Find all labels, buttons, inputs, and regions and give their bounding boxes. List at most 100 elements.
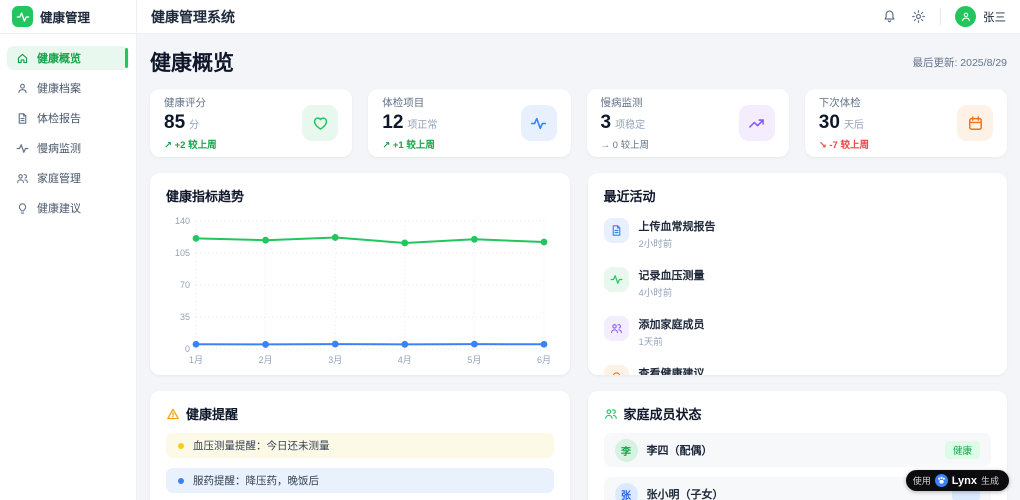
topbar: 健康管理系统 张三 [137, 0, 1020, 34]
svg-text:3月: 3月 [328, 355, 342, 365]
pulse-icon [16, 142, 29, 155]
gear-icon[interactable] [911, 9, 926, 24]
pulse-icon [603, 267, 629, 292]
sidebar-item-label: 家庭管理 [37, 173, 81, 185]
svg-text:70: 70 [180, 280, 190, 290]
stat-card-next-checkup[interactable]: 下次体检 30 天后 ↘ -7 较上周 [804, 89, 1007, 157]
activity-item[interactable]: 上传血常规报告 2小时前 [603, 218, 992, 250]
calendar-icon [957, 105, 993, 141]
sidebar-item-chronic[interactable]: 慢病监测 [7, 136, 129, 160]
trend-down-arrow: ↘ [818, 140, 827, 151]
stat-value: 12 [382, 112, 404, 133]
sidebar-item-label: 健康概览 [37, 53, 81, 65]
sidebar-menu: 健康概览 健康档案 体检报告 慢病监测 家庭管理 健康建议 [0, 34, 136, 232]
sidebar: 健康管理 健康概览 健康档案 体检报告 慢病监测 家庭管理 健康建议 [0, 0, 137, 500]
stat-unit: 项正常 [407, 120, 438, 131]
svg-text:5月: 5月 [467, 355, 481, 365]
stat-card-health-score[interactable]: 健康评分 85 分 ↗ +2 较上周 [150, 89, 353, 157]
stat-cards: 健康评分 85分 ↗ +2 较上周 体检项目 12项正常 ↗ +1 较上周 [150, 89, 1007, 157]
stat-trend: ↗ +1 较上周 [382, 140, 435, 151]
home-icon [16, 52, 29, 65]
stat-label: 体检项目 [382, 97, 425, 109]
stat-unit: 项稳定 [615, 120, 646, 131]
activity-list: 上传血常规报告 2小时前 记录血压测量 4小时前 添加家庭成员 1天前 查看健康… [603, 218, 992, 375]
sidebar-item-overview[interactable]: 健康概览 [7, 46, 129, 70]
member-name: 李四（配偶） [646, 445, 713, 457]
status-dot [178, 442, 184, 449]
document-icon [16, 112, 29, 125]
trend-up-arrow: ↗ [382, 140, 391, 151]
avatar [955, 6, 976, 27]
bulb-icon [16, 202, 29, 215]
activity-item[interactable]: 添加家庭成员 1天前 [603, 316, 992, 348]
middle-row: 健康指标趋势 0 35 70 105 140 1月 2月 3月 4月 5月 6月 最近活动 上传血常… [150, 173, 1007, 375]
lynx-generated-badge[interactable]: 使用 Lynx 生成 [905, 470, 1009, 491]
sidebar-item-label: 健康建议 [37, 203, 81, 215]
activity-time: 2小时前 [638, 239, 673, 250]
last-updated: 最后更新: 2025/8/29 [912, 56, 1007, 69]
stat-label: 下次体检 [818, 97, 861, 109]
brand-pulse-icon [12, 6, 33, 27]
warning-icon [166, 407, 180, 421]
topbar-divider [940, 8, 941, 25]
sidebar-item-family[interactable]: 家庭管理 [7, 166, 129, 190]
family-member-row[interactable]: 李 李四（配偶） 健康 [603, 433, 991, 467]
reminder-text: 服药提醒：降压药，晚饭后 [193, 475, 319, 487]
svg-text:0: 0 [185, 344, 190, 354]
brand-name: 健康管理 [40, 11, 91, 25]
user-menu[interactable]: 张三 [955, 6, 1006, 27]
stat-card-chronic[interactable]: 慢病监测 3 项稳定 → 0 较上周 [586, 89, 789, 157]
reminder-item-medication[interactable]: 服药提醒：降压药，晚饭后 [166, 468, 554, 493]
sidebar-item-reports[interactable]: 体检报告 [7, 106, 129, 130]
svg-text:140: 140 [175, 216, 190, 226]
stat-value: 30 [818, 112, 840, 133]
svg-text:105: 105 [175, 248, 190, 258]
activity-title: 记录血压测量 [638, 270, 705, 282]
sidebar-item-advice[interactable]: 健康建议 [7, 196, 129, 220]
trend-up-icon [738, 105, 775, 141]
brand: 健康管理 [0, 0, 136, 34]
reminders-title: 健康提醒 [186, 407, 239, 422]
bell-icon[interactable] [882, 9, 897, 24]
sidebar-item-label: 慢病监测 [37, 143, 81, 155]
stat-unit: 天后 [843, 120, 864, 131]
stat-value: 3 [600, 112, 612, 133]
status-badge: 健康 [944, 441, 980, 459]
username: 张三 [983, 11, 1006, 24]
stat-trend: → 0 较上周 [600, 140, 650, 151]
topbar-actions: 张三 [882, 6, 1006, 27]
svg-text:2月: 2月 [259, 355, 273, 365]
bottom-row: 健康提醒 血压测量提醒：今日还未测量 服药提醒：降压药，晚饭后 运动目标：今日已… [150, 391, 1007, 500]
health-trend-chart[interactable]: 0 35 70 105 140 1月 2月 3月 4月 5月 6月 [166, 211, 552, 371]
activities-title: 最近活动 [603, 189, 656, 204]
activity-title: 添加家庭成员 [638, 319, 705, 331]
stat-value: 85 [164, 112, 186, 133]
member-avatar: 张 [614, 482, 638, 500]
trend-flat-arrow: → [600, 140, 611, 151]
page-head: 健康概览 最后更新: 2025/8/29 [150, 47, 1007, 77]
activity-item[interactable]: 查看健康建议2天前 [603, 365, 992, 375]
reminder-item-bp[interactable]: 血压测量提醒：今日还未测量 [166, 433, 554, 458]
app-window: 健康管理 健康概览 健康档案 体检报告 慢病监测 家庭管理 健康建议 健康管理系… [0, 0, 1020, 500]
stat-trend: ↗ +2 较上周 [164, 140, 217, 151]
status-dot [178, 477, 184, 484]
heart-icon [302, 105, 339, 141]
chart-title: 健康指标趋势 [166, 189, 245, 204]
sidebar-item-records[interactable]: 健康档案 [7, 76, 129, 100]
health-reminders-panel: 健康提醒 血压测量提醒：今日还未测量 服药提醒：降压药，晚饭后 运动目标：今日已… [150, 391, 570, 500]
sidebar-item-label: 体检报告 [37, 113, 81, 125]
stat-label: 健康评分 [164, 97, 206, 109]
activity-time: 1天前 [638, 337, 663, 348]
activity-item[interactable]: 记录血压测量 4小时前 [603, 267, 992, 299]
activity-time: 4小时前 [638, 288, 673, 299]
stat-card-checkup-items[interactable]: 体检项目 12 项正常 ↗ +1 较上周 [368, 89, 571, 157]
activity-title: 上传血常规报告 [638, 221, 716, 233]
svg-text:4月: 4月 [398, 355, 412, 365]
people-icon [16, 172, 29, 185]
content: 健康概览 最后更新: 2025/8/29 健康评分 85 分 ↗ +2 较上周 体… [137, 34, 1020, 500]
svg-text:1月: 1月 [189, 355, 203, 365]
trend-chart-panel: 健康指标趋势 0 35 70 105 140 1月 2月 3月 4月 5月 6月 [150, 173, 570, 375]
sidebar-item-label: 健康档案 [37, 83, 81, 95]
lynx-brand: Lynx [951, 474, 977, 487]
trend-up-arrow: ↗ [164, 140, 172, 151]
